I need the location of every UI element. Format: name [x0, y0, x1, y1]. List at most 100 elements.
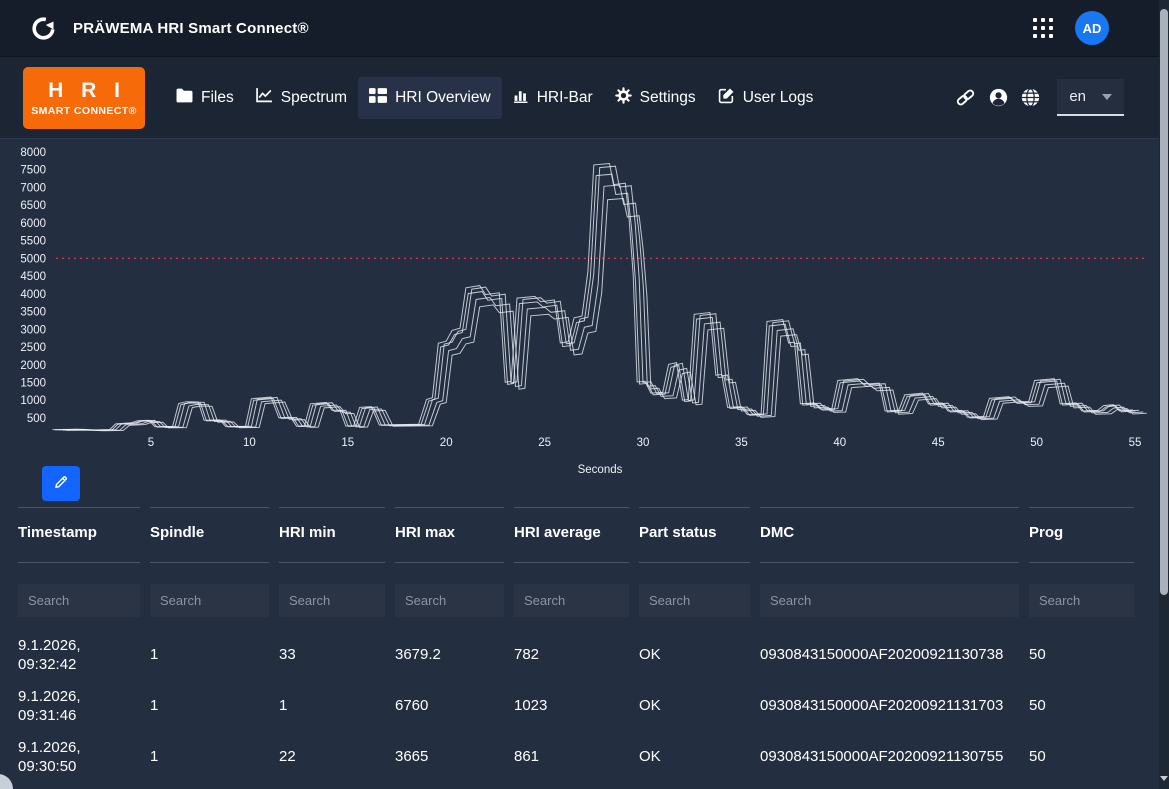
nav-item-user-logs[interactable]: User Logs: [707, 76, 825, 120]
column-header-dmc[interactable]: DMC: [760, 507, 1019, 563]
folder-icon: [176, 88, 193, 108]
bottom-left-partial-circle: [0, 774, 13, 789]
svg-text:2000: 2000: [20, 360, 46, 372]
hri-results-table: Timestamp Spindle HRI min HRI max HRI av…: [18, 507, 1134, 789]
svg-text:1500: 1500: [20, 378, 46, 390]
cell-timestamp: 9.1.2026, 09:31:46: [18, 687, 81, 724]
svg-text:25: 25: [538, 437, 551, 449]
cell-prog: 50: [1029, 748, 1046, 765]
column-header-prog[interactable]: Prog: [1029, 507, 1134, 563]
apps-grid-button[interactable]: [1033, 18, 1053, 38]
nav-item-hri-bar[interactable]: HRI-Bar: [502, 76, 604, 119]
chart-trace: [52, 162, 1134, 431]
search-input-prog[interactable]: [1029, 584, 1134, 617]
language-select[interactable]: en: [1057, 79, 1124, 116]
chart-trace: [62, 184, 1144, 431]
cell-prog: 50: [1029, 697, 1046, 714]
svg-text:50: 50: [1030, 437, 1043, 449]
search-input-dmc[interactable]: [760, 584, 1019, 617]
search-input-timestamp[interactable]: [18, 584, 140, 617]
y-axis-ticks: 500 1000 1500 2000 2500 3000 3500 4000 4500 5000 5…: [20, 147, 46, 425]
cell-hri-min: 22: [279, 748, 296, 765]
nav-item-label: Settings: [639, 88, 696, 106]
line-chart-icon: [255, 87, 273, 108]
cell-spindle: 1: [150, 748, 159, 765]
chart-trace: [66, 197, 1147, 432]
column-header-spindle[interactable]: Spindle: [150, 507, 269, 563]
search-input-part-status[interactable]: [639, 584, 750, 617]
globe-icon[interactable]: [1021, 88, 1040, 107]
search-input-hri-min[interactable]: [279, 584, 385, 617]
svg-text:4000: 4000: [20, 289, 46, 301]
cell-spindle: 1: [150, 646, 159, 663]
svg-text:5000: 5000: [20, 253, 46, 265]
svg-text:2500: 2500: [20, 342, 46, 354]
table-row[interactable]: 9.1.2026, 09:32:42 1 33 3679.2 782 OK 09…: [18, 629, 1134, 680]
cell-hri-max: 6760: [395, 697, 429, 714]
svg-text:1000: 1000: [20, 395, 46, 407]
svg-text:35: 35: [735, 437, 748, 449]
brand-g-icon: [30, 15, 57, 42]
column-header-hri-max[interactable]: HRI max: [395, 507, 504, 563]
cell-hri-average: 1023: [514, 697, 548, 714]
nav-item-label: User Logs: [742, 88, 814, 106]
cell-timestamp: 9.1.2026, 09:32:42: [18, 636, 81, 673]
svg-text:15: 15: [341, 437, 354, 449]
column-header-hri-average[interactable]: HRI average: [514, 507, 629, 563]
svg-text:30: 30: [637, 437, 650, 449]
cell-hri-min: 33: [279, 646, 296, 663]
svg-text:3500: 3500: [20, 307, 46, 319]
main-nav: H R I SMART CONNECT® Files Spectrum HRI …: [0, 57, 1169, 139]
hri-smart-connect-logo[interactable]: H R I SMART CONNECT®: [23, 66, 145, 129]
cell-part-status: OK: [639, 748, 661, 765]
svg-text:10: 10: [243, 437, 256, 449]
search-input-hri-average[interactable]: [514, 584, 629, 617]
pencil-icon: [53, 474, 69, 493]
chevron-down-icon: [1102, 93, 1112, 100]
cell-dmc: 0930843150000AF20200921130738: [760, 646, 1004, 663]
cell-hri-min: 1: [279, 697, 288, 714]
edit-chart-button[interactable]: [42, 466, 80, 501]
cell-part-status: OK: [639, 697, 661, 714]
vertical-scrollbar-thumb[interactable]: [1160, 9, 1168, 595]
search-input-spindle[interactable]: [150, 584, 269, 617]
column-header-part-status[interactable]: Part status: [639, 507, 750, 563]
chart-trace: [58, 165, 1139, 431]
svg-text:3000: 3000: [20, 324, 46, 336]
avatar[interactable]: AD: [1075, 11, 1109, 45]
column-header-timestamp[interactable]: Timestamp: [18, 507, 140, 563]
x-axis-ticks: 5 10 15 20 25 30 35 40 45 50 55: [148, 437, 1142, 449]
table-row-partial[interactable]: 9.1.2026,: [18, 782, 1134, 789]
link-icon[interactable]: [955, 89, 976, 106]
nav-item-settings[interactable]: Settings: [604, 76, 707, 120]
cell-dmc: 0930843150000AF20200921130755: [760, 748, 1004, 765]
nav-item-label: Files: [201, 88, 234, 106]
svg-text:7500: 7500: [20, 165, 46, 177]
language-value: en: [1069, 88, 1086, 105]
nav-item-hri-overview[interactable]: HRI Overview: [358, 76, 502, 119]
person-circle-icon[interactable]: [989, 88, 1008, 107]
cell-hri-max: 3679.2: [395, 646, 441, 663]
vertical-scrollbar-track[interactable]: [1159, 0, 1169, 789]
svg-text:7000: 7000: [20, 182, 46, 194]
column-header-hri-min[interactable]: HRI min: [279, 507, 385, 563]
svg-text:6000: 6000: [20, 218, 46, 230]
nav-item-spectrum[interactable]: Spectrum: [245, 76, 358, 119]
cell-part-status: OK: [639, 646, 661, 663]
cell-hri-average: 861: [514, 748, 540, 765]
svg-text:20: 20: [440, 437, 453, 449]
bar-chart-icon: [513, 87, 529, 108]
top-bar: PRÄWEMA HRI Smart Connect® AD: [0, 0, 1169, 57]
svg-text:5: 5: [148, 437, 154, 449]
cell-hri-max: 3665: [395, 748, 429, 765]
table-filter-row: [18, 584, 1134, 617]
nav-item-label: HRI-Bar: [536, 88, 593, 106]
table-row[interactable]: 9.1.2026, 09:31:46 1 1 6760 1023 OK 0930…: [18, 680, 1134, 731]
scrollbar-down-arrow-icon[interactable]: [1159, 776, 1169, 781]
search-input-hri-max[interactable]: [395, 584, 504, 617]
table-row[interactable]: 9.1.2026, 09:30:50 1 22 3665 861 OK 0930…: [18, 731, 1134, 782]
hri-line-chart: 500 1000 1500 2000 2500 3000 3500 4000 4500 5000 5…: [20, 147, 1147, 476]
cell-dmc: 0930843150000AF20200921131703: [760, 697, 1004, 714]
nav-item-files[interactable]: Files: [165, 77, 245, 119]
page-title: PRÄWEMA HRI Smart Connect®: [73, 19, 309, 37]
